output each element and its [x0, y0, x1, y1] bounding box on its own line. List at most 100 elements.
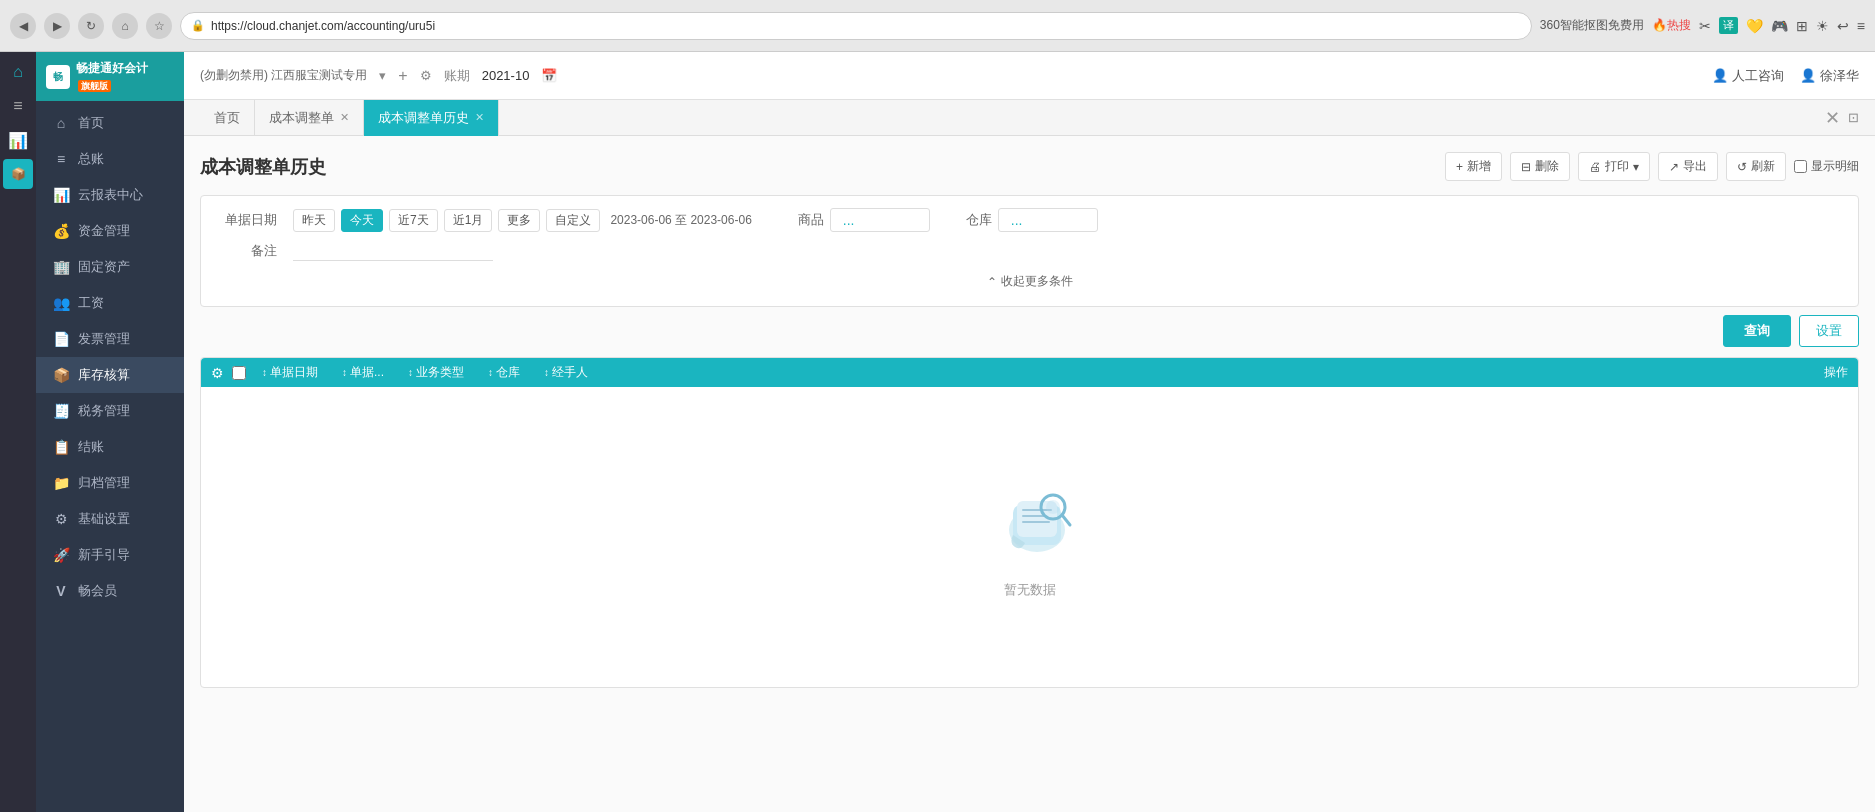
col-header-date[interactable]: ↕ 单据日期: [254, 364, 326, 381]
goods-select[interactable]: ...: [830, 208, 930, 232]
assets-icon: 🏢: [52, 259, 70, 275]
tab-cost-adjust-history[interactable]: 成本调整单历史 ✕: [364, 100, 499, 136]
page-pin-icon[interactable]: ⊡: [1848, 110, 1859, 125]
delete-button[interactable]: ⊟ 删除: [1510, 152, 1570, 181]
consult-button[interactable]: 👤 人工咨询: [1712, 67, 1784, 85]
forward-button[interactable]: ▶: [44, 13, 70, 39]
sidebar-item-inventory[interactable]: 📦 库存核算: [36, 357, 184, 393]
sidebar-label-ledger: 总账: [78, 150, 104, 168]
tab-cost-adjust-label: 成本调整单: [269, 109, 334, 127]
sidebar-label-closing: 结账: [78, 438, 104, 456]
consult-label: 人工咨询: [1732, 67, 1784, 85]
col-header-num[interactable]: ↕ 单据...: [334, 364, 392, 381]
icon-bar-chart[interactable]: 📊: [3, 125, 33, 155]
sidebar-item-ledger[interactable]: ≡ 总账: [36, 141, 184, 177]
export-label: 导出: [1683, 158, 1707, 175]
query-button[interactable]: 查询: [1723, 315, 1791, 347]
reports-icon: 📊: [52, 187, 70, 203]
filter-1month[interactable]: 近1月: [444, 209, 493, 232]
print-button[interactable]: 🖨 打印 ▾: [1578, 152, 1650, 181]
filter-custom[interactable]: 自定义: [546, 209, 600, 232]
sidebar-label-guide: 新手引导: [78, 546, 130, 564]
archive-icon: 📁: [52, 475, 70, 491]
tab-cost-adjust-close[interactable]: ✕: [340, 111, 349, 124]
star-button[interactable]: ☆: [146, 13, 172, 39]
sidebar-item-wages[interactable]: 👥 工资: [36, 285, 184, 321]
page-close-icon[interactable]: ✕: [1825, 109, 1840, 127]
col-sort-handler-icon: ↕: [544, 367, 549, 378]
sidebar-item-invoice[interactable]: 📄 发票管理: [36, 321, 184, 357]
company-dropdown-icon[interactable]: ▾: [379, 68, 386, 83]
sidebar-item-closing[interactable]: 📋 结账: [36, 429, 184, 465]
home-button[interactable]: ⌂: [112, 13, 138, 39]
filter-yesterday[interactable]: 昨天: [293, 209, 335, 232]
filter-row-2: 备注: [217, 240, 1842, 261]
collapse-button[interactable]: ⌃ 收起更多条件: [217, 269, 1842, 294]
member-icon: V: [52, 583, 70, 599]
sidebar-item-guide[interactable]: 🚀 新手引导: [36, 537, 184, 573]
page-actions: + 新增 ⊟ 删除 🖨 打印 ▾ ↗ 导出: [1445, 152, 1859, 181]
user-menu[interactable]: 👤 徐泽华: [1800, 67, 1859, 85]
tab-cost-adjust[interactable]: 成本调整单 ✕: [255, 100, 364, 136]
sidebar-item-home[interactable]: ⌂ 首页: [36, 105, 184, 141]
table-select-all[interactable]: [232, 366, 246, 380]
page-title: 成本调整单历史: [200, 155, 326, 179]
inventory-icon: 📦: [52, 367, 70, 383]
sidebar-item-assets[interactable]: 🏢 固定资产: [36, 249, 184, 285]
icon-bar-active[interactable]: 📦: [3, 159, 33, 189]
filter-today[interactable]: 今天: [341, 209, 383, 232]
brightness-icon: ☀: [1816, 18, 1829, 34]
wallet-icon: 💛: [1746, 18, 1763, 34]
warehouse-label: 仓库: [966, 211, 992, 229]
sidebar-item-archive[interactable]: 📁 归档管理: [36, 465, 184, 501]
refresh-button[interactable]: ↺ 刷新: [1726, 152, 1786, 181]
col-header-handler[interactable]: ↕ 经手人: [536, 364, 596, 381]
tab-cost-adjust-history-close[interactable]: ✕: [475, 111, 484, 124]
sidebar-item-settings[interactable]: ⚙ 基础设置: [36, 501, 184, 537]
col-header-actions: 操作: [1824, 364, 1848, 381]
filter-7days[interactable]: 近7天: [389, 209, 438, 232]
table-gear-icon[interactable]: ⚙: [211, 365, 224, 381]
home-icon: ⌂: [52, 115, 70, 131]
filter-panel: 单据日期 昨天 今天 近7天 近1月 更多 自定义 2023-06-06 至 2…: [200, 195, 1859, 307]
sidebar-item-funds[interactable]: 💰 资金管理: [36, 213, 184, 249]
guide-icon: 🚀: [52, 547, 70, 563]
export-button[interactable]: ↗ 导出: [1658, 152, 1718, 181]
warehouse-select[interactable]: ...: [998, 208, 1098, 232]
company-name: (勿删勿禁用) 江西服宝测试专用: [200, 67, 367, 84]
sidebar-label-inventory: 库存核算: [78, 366, 130, 384]
app-name: 畅捷通好会计: [76, 60, 148, 77]
display-cols-label[interactable]: 显示明细: [1794, 158, 1859, 175]
add-tab-icon[interactable]: +: [398, 67, 407, 85]
sidebar-label-home: 首页: [78, 114, 104, 132]
new-button[interactable]: + 新增: [1445, 152, 1502, 181]
display-cols-checkbox[interactable]: [1794, 160, 1807, 173]
goods-more-dots[interactable]: ...: [843, 212, 855, 228]
filter-more[interactable]: 更多: [498, 209, 540, 232]
sidebar-item-member[interactable]: V 畅会员: [36, 573, 184, 609]
address-bar[interactable]: 🔒 https://cloud.chanjet.com/accounting/u…: [180, 12, 1532, 40]
sidebar-label-member: 畅会员: [78, 582, 117, 600]
refresh-button[interactable]: ↻: [78, 13, 104, 39]
tab-settings-icon[interactable]: ⚙: [420, 68, 432, 83]
sidebar-label-assets: 固定资产: [78, 258, 130, 276]
settings-button[interactable]: 设置: [1799, 315, 1859, 347]
icon-bar-home[interactable]: ⌂: [3, 57, 33, 87]
period-label: 账期: [444, 67, 470, 85]
sidebar-item-tax[interactable]: 🧾 税务管理: [36, 393, 184, 429]
warehouse-more-dots[interactable]: ...: [1011, 212, 1023, 228]
browser-tools: 360智能抠图免费用 🔥热搜 ✂ 译 💛 🎮 ⊞ ☀ ↩ ≡: [1540, 17, 1865, 34]
top-bar-left: (勿删勿禁用) 江西服宝测试专用 ▾ + ⚙ 账期 2021-10 📅: [200, 67, 557, 85]
tab-home[interactable]: 首页: [200, 100, 255, 136]
col-header-type[interactable]: ↕ 业务类型: [400, 364, 472, 381]
icon-bar-ledger[interactable]: ≡: [3, 91, 33, 121]
filter-date-group: 昨天 今天 近7天 近1月 更多 自定义 2023-06-06 至 2023-0…: [293, 209, 752, 232]
sidebar-item-reports[interactable]: 📊 云报表中心: [36, 177, 184, 213]
col-header-warehouse[interactable]: ↕ 仓库: [480, 364, 528, 381]
back-button[interactable]: ◀: [10, 13, 36, 39]
remark-input[interactable]: [293, 240, 493, 261]
top-bar: (勿删勿禁用) 江西服宝测试专用 ▾ + ⚙ 账期 2021-10 📅 👤 人工…: [184, 52, 1875, 100]
empty-illustration: [985, 475, 1075, 565]
calendar-icon[interactable]: 📅: [541, 68, 557, 83]
table-container: ⚙ ↕ 单据日期 ↕ 单据... ↕ 业务类型 ↕: [200, 357, 1859, 688]
